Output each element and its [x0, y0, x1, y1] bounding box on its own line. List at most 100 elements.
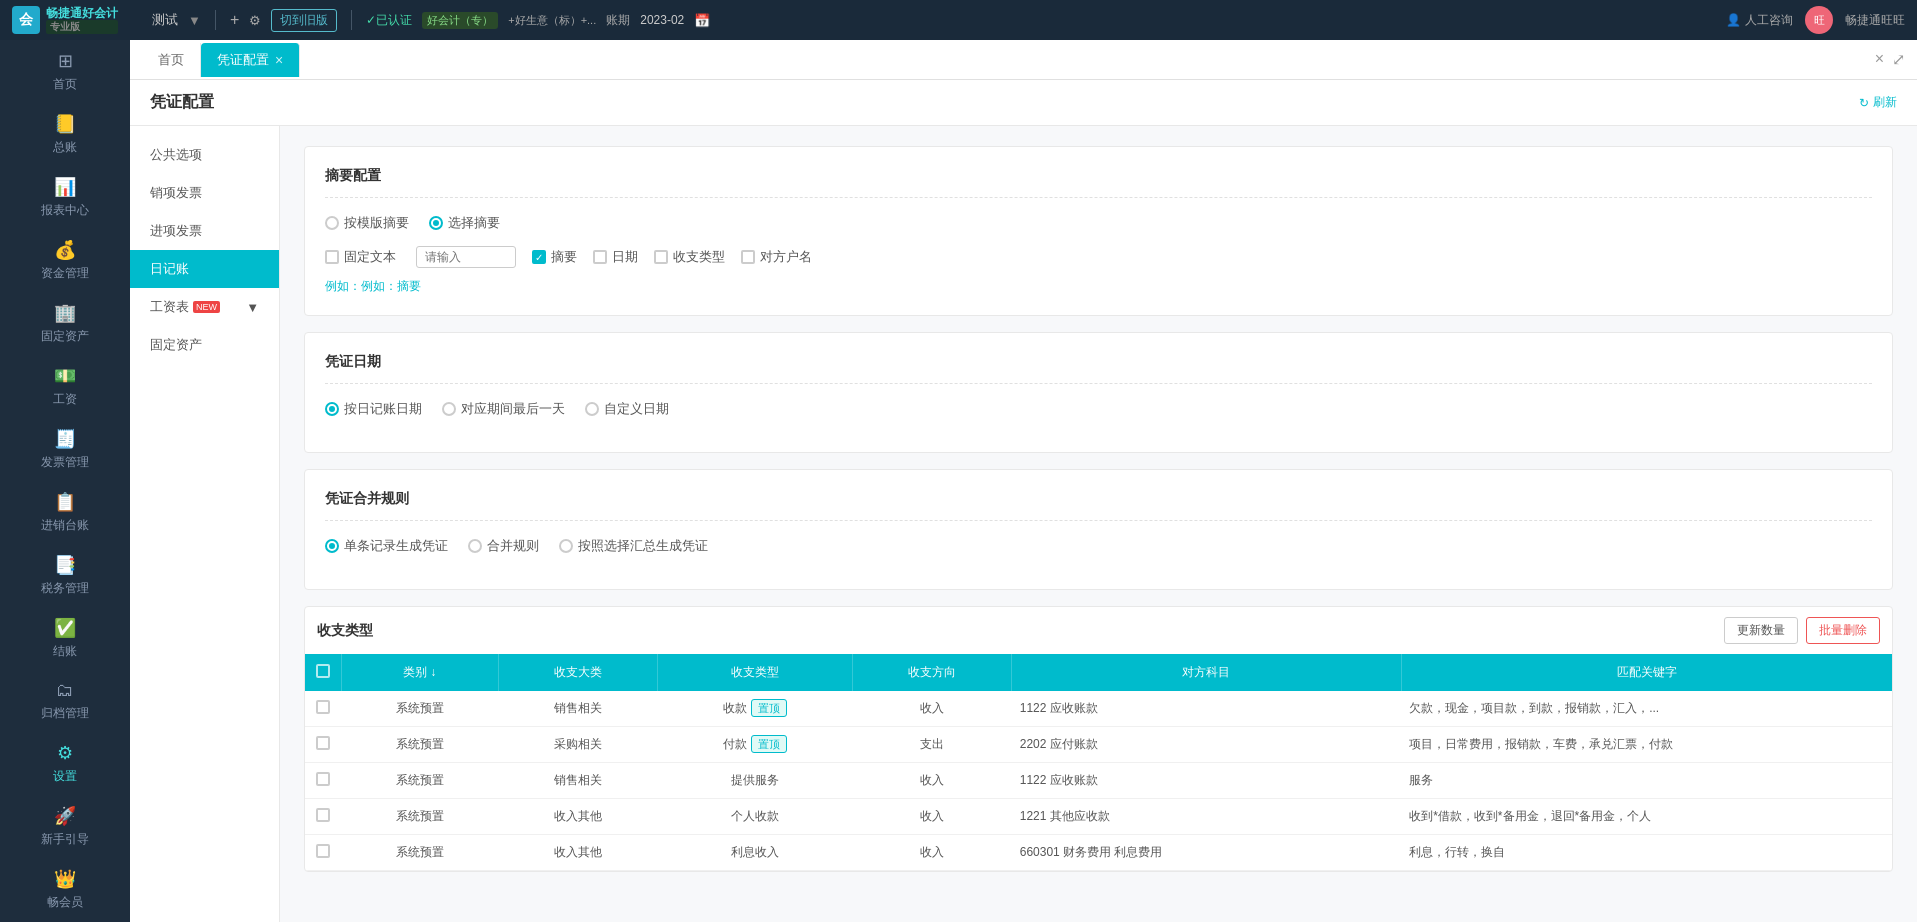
row3-subject: 1122 应收账款 — [1012, 763, 1401, 799]
sidebar-label-invoice: 发票管理 — [41, 454, 89, 471]
sidebar-item-salary[interactable]: 💵 工资 — [0, 355, 130, 418]
left-nav-purchase-invoice[interactable]: 进项发票 — [130, 212, 279, 250]
summary-radio-template[interactable]: 按模版摘要 — [325, 214, 409, 232]
sidebar-label-settings: 设置 — [53, 768, 77, 785]
checkbox-fixed-text[interactable]: 固定文本 — [325, 248, 396, 266]
row2-big-type: 采购相关 — [498, 727, 658, 763]
sidebar-item-archive[interactable]: 🗂 归档管理 — [0, 670, 130, 732]
row1-checkbox[interactable] — [305, 691, 341, 727]
fixed-text-input[interactable] — [416, 246, 516, 268]
sidebar-item-reports[interactable]: 📊 报表中心 — [0, 166, 130, 229]
delete-btn[interactable]: 批量删除 — [1806, 617, 1880, 644]
tax-icon: 📑 — [54, 554, 76, 576]
merge-radio-merge[interactable]: 合并规则 — [468, 537, 539, 555]
software-tag2: +好生意（标）+... — [508, 13, 596, 28]
th-sub-type: 收支类型 — [658, 654, 853, 691]
left-nav-payroll[interactable]: 工资表 NEW ▼ — [130, 288, 279, 326]
sidebar-item-guide[interactable]: 🚀 新手引导 — [0, 795, 130, 858]
old-version-btn[interactable]: 切到旧版 — [271, 9, 337, 32]
fixed-text-checkbox — [325, 250, 339, 264]
top-tag2[interactable]: 置顶 — [751, 735, 787, 753]
merge-radio-total[interactable]: 按照选择汇总生成凭证 — [559, 537, 708, 555]
merge-radio-group: 单条记录生成凭证 合并规则 按照选择汇总生成凭证 — [325, 537, 1872, 555]
sidebar-label-ledger: 总账 — [53, 139, 77, 156]
checkbox-summary[interactable]: ✓ 摘要 — [532, 248, 577, 266]
sidebar-label-assets: 固定资产 — [41, 328, 89, 345]
summary-radio-choose[interactable]: 选择摘要 — [429, 214, 500, 232]
sidebar-item-member[interactable]: 👑 畅会员 — [0, 858, 130, 921]
purchase-icon: 📋 — [54, 491, 76, 513]
consult-btn[interactable]: 👤 人工咨询 — [1726, 12, 1793, 29]
row1-direction: 收入 — [852, 691, 1012, 727]
voucher-date-title: 凭证日期 — [325, 353, 1872, 384]
two-panel: 公共选项 销项发票 进项发票 日记账 工资表 NEW ▼ 固定资产 — [130, 126, 1917, 922]
sidebar-item-funds[interactable]: 💰 资金管理 — [0, 229, 130, 292]
merge-rules-title: 凭证合并规则 — [325, 490, 1872, 521]
row5-category: 系统预置 — [341, 835, 498, 871]
merge-radio-single[interactable]: 单条记录生成凭证 — [325, 537, 448, 555]
row5-checkbox[interactable] — [305, 835, 341, 871]
date-radio-journal[interactable]: 按日记账日期 — [325, 400, 422, 418]
row2-direction: 支出 — [852, 727, 1012, 763]
refresh-icon: ↻ — [1859, 96, 1869, 110]
summary-checkbox-row: 固定文本 ✓ 摘要 日期 收支类型 — [325, 246, 1872, 268]
person-icon: 👤 — [1726, 13, 1741, 27]
summary-config-title: 摘要配置 — [325, 167, 1872, 198]
sidebar-item-ledger[interactable]: 📒 总账 — [0, 103, 130, 166]
ledger-icon: 📒 — [54, 113, 76, 135]
sidebar-item-invoice[interactable]: 🧾 发票管理 — [0, 418, 130, 481]
date-radio-custom[interactable]: 自定义日期 — [585, 400, 669, 418]
row5-direction: 收入 — [852, 835, 1012, 871]
dropdown-icon[interactable]: ▼ — [188, 13, 201, 28]
sidebar-item-assets[interactable]: 🏢 固定资产 — [0, 292, 130, 355]
example-text: 例如：例如：摘要 — [325, 278, 1872, 295]
left-nav-sales-invoice[interactable]: 销项发票 — [130, 174, 279, 212]
sidebar-label-home: 首页 — [53, 76, 77, 93]
checkbox-counterparty[interactable]: 对方户名 — [741, 248, 812, 266]
tab-home[interactable]: 首页 — [142, 43, 201, 77]
checkbox-type[interactable]: 收支类型 — [654, 248, 725, 266]
refresh-btn[interactable]: ↻ 刷新 — [1859, 94, 1897, 111]
sidebar-item-purchase[interactable]: 📋 进销台账 — [0, 481, 130, 544]
settings-icon[interactable]: ⚙ — [249, 13, 261, 28]
radio-single-circle — [325, 539, 339, 553]
row3-big-type: 销售相关 — [498, 763, 658, 799]
page-header: 凭证配置 ↻ 刷新 — [130, 80, 1917, 126]
add-icon[interactable]: + — [230, 11, 239, 29]
tab-close-icon[interactable]: × — [275, 52, 283, 68]
date-radio-last[interactable]: 对应期间最后一天 — [442, 400, 565, 418]
income-expense-table: 类别 ↓ 收支大类 收支类型 收支方向 对方科目 匹配关键字 — [305, 654, 1892, 871]
certified-tag: ✓已认证 — [366, 12, 412, 29]
income-expense-section: 收支类型 更新数量 批量删除 类别 ↓ — [304, 606, 1893, 872]
sidebar-item-settings[interactable]: ⚙ 设置 — [0, 732, 130, 795]
left-nav-journal[interactable]: 日记账 — [130, 250, 279, 288]
top-tag1[interactable]: 置顶 — [751, 699, 787, 717]
checkbox-date[interactable]: 日期 — [593, 248, 638, 266]
tab-maximize[interactable]: ⤢ — [1892, 50, 1905, 69]
radio-last-circle — [442, 402, 456, 416]
summary-config-section: 摘要配置 按模版摘要 选择摘要 — [304, 146, 1893, 316]
radio-choose-circle — [429, 216, 443, 230]
topbar: 会 畅捷通好会计 专业版 测试 ▼ + ⚙ 切到旧版 ✓已认证 好会计（专） +… — [0, 0, 1917, 40]
row4-checkbox[interactable] — [305, 799, 341, 835]
select-all-checkbox[interactable] — [316, 664, 330, 678]
settings-sidebar-icon: ⚙ — [57, 742, 73, 764]
tab-close-window[interactable]: × — [1875, 50, 1884, 69]
edition-text: 专业版 — [46, 20, 118, 34]
row5-subject: 660301 财务费用 利息费用 — [1012, 835, 1401, 871]
sidebar-item-home[interactable]: ⊞ 首页 — [0, 40, 130, 103]
tab-voucher-config[interactable]: 凭证配置 × — [201, 43, 300, 77]
row2-checkbox[interactable] — [305, 727, 341, 763]
period-label: 账期 — [606, 12, 630, 29]
row1-sub-type: 收款 置顶 — [658, 691, 853, 727]
radio-merge-circle — [468, 539, 482, 553]
left-nav-public[interactable]: 公共选项 — [130, 136, 279, 174]
left-nav-fixed-assets[interactable]: 固定资产 — [130, 326, 279, 364]
update-btn[interactable]: 更新数量 — [1724, 617, 1798, 644]
th-checkbox[interactable] — [305, 654, 341, 691]
calendar-icon[interactable]: 📅 — [694, 13, 710, 28]
sidebar-item-tax[interactable]: 📑 税务管理 — [0, 544, 130, 607]
sidebar-item-closing[interactable]: ✅ 结账 — [0, 607, 130, 670]
row3-checkbox[interactable] — [305, 763, 341, 799]
row1-category: 系统预置 — [341, 691, 498, 727]
